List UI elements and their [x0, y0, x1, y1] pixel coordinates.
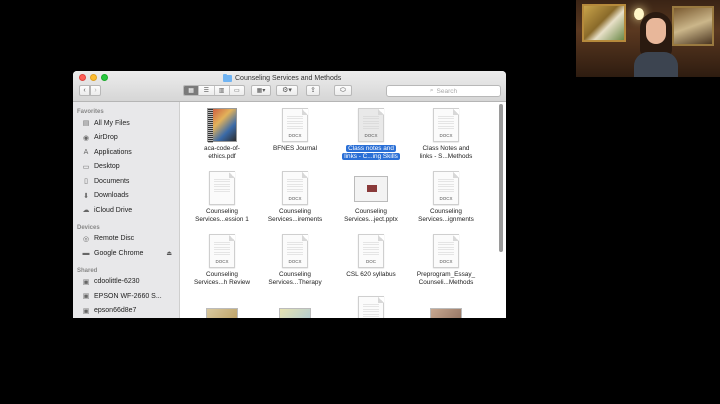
close-button[interactable]: [79, 74, 86, 81]
webcam-video: [576, 0, 720, 77]
document-icon: DOCX: [209, 234, 235, 268]
computer-icon: ▣: [82, 293, 90, 301]
sidebar-heading-shared: Shared: [77, 267, 98, 274]
toolbar: Counseling Services and Methods ‹ › ▦ ☰ …: [73, 71, 506, 102]
zoom-button[interactable]: [101, 74, 108, 81]
file-item[interactable]: Counseling Services...ject.pptx: [334, 169, 408, 224]
sidebar-item-google-chrome[interactable]: ▬ Google Chrome ⏏: [73, 246, 179, 261]
document-icon: [358, 296, 384, 318]
back-button[interactable]: ‹: [79, 85, 90, 96]
search-icon: ⌕: [429, 87, 434, 94]
document-icon: DOCX: [358, 108, 384, 142]
file-grid: aca-code-of-ethics.pdf DOCX BFNES Journa…: [181, 102, 498, 318]
file-item[interactable]: DOCX Counseling Services...Therapy: [258, 232, 332, 287]
forward-button[interactable]: ›: [90, 85, 101, 96]
tag-icon: ⬭: [340, 87, 346, 94]
sidebar-item-icloud-drive[interactable]: ☁ iCloud Drive: [73, 203, 179, 218]
sidebar-item-applications[interactable]: A Applications: [73, 145, 179, 160]
sidebar-item-all-my-files[interactable]: ▤ All My Files: [73, 116, 179, 131]
image-thumbnail: [206, 308, 238, 318]
file-item[interactable]: DOCX Counseling Services...irements: [258, 169, 332, 224]
document-icon: [209, 171, 235, 205]
sidebar-item-documents[interactable]: ▯ Documents: [73, 174, 179, 189]
file-item[interactable]: DOCX Counseling Services...ignments: [409, 169, 483, 224]
file-item[interactable]: DOCX Preprogram_Essay_ Counseli...Methods: [409, 232, 483, 287]
icloud-icon: ☁: [82, 207, 90, 215]
sidebar: Favorites ▤ All My Files ◉ AirDrop A App…: [73, 102, 180, 318]
share-button[interactable]: ⇪: [306, 85, 320, 96]
computer-icon: ▣: [82, 278, 90, 286]
file-item[interactable]: [185, 294, 259, 318]
documents-icon: ▯: [84, 178, 88, 186]
document-icon: DOCX: [282, 171, 308, 205]
document-icon: DOCX: [433, 171, 459, 205]
presentation-thumbnail: [354, 176, 388, 202]
file-item[interactable]: DOCX Class Notes and links - S...Methods: [409, 106, 483, 161]
file-item-selected[interactable]: DOCX Class notes and links - C...ing Skil…: [334, 106, 408, 161]
presenter: [634, 12, 678, 77]
sidebar-heading-devices: Devices: [77, 224, 100, 231]
file-item[interactable]: Counseling Services...ession 1: [185, 169, 259, 224]
sidebar-item-shared-1[interactable]: ▣ cdoolittle-6230: [73, 275, 179, 290]
column-view-button[interactable]: ▥: [215, 86, 230, 95]
cover-flow-button[interactable]: ▭: [230, 86, 244, 95]
chevron-right-icon: ›: [94, 87, 97, 94]
arrange-icon: ▦▾: [256, 87, 266, 94]
wall-painting: [672, 6, 714, 46]
computer-icon: ▣: [82, 307, 90, 315]
list-view-button[interactable]: ☰: [199, 86, 215, 95]
scrollbar[interactable]: [499, 104, 503, 316]
document-icon: DOCX: [282, 234, 308, 268]
file-item[interactable]: aca-code-of-ethics.pdf: [185, 106, 259, 161]
search-input[interactable]: ⌕ Search: [386, 85, 501, 97]
file-item[interactable]: DOCX Counseling Services...h Review: [185, 232, 259, 287]
desktop-icon: ▭: [82, 163, 90, 171]
gear-icon: ⚙▾: [282, 87, 292, 94]
file-item[interactable]: [334, 294, 408, 318]
airdrop-icon: ◉: [82, 134, 90, 142]
sidebar-item-desktop[interactable]: ▭ Desktop: [73, 160, 179, 175]
sidebar-item-shared-2[interactable]: ▣ EPSON WF-2660 S...: [73, 289, 179, 304]
document-icon: DOC: [358, 234, 384, 268]
sidebar-item-downloads[interactable]: ⬇ Downloads: [73, 189, 179, 204]
applications-icon: A: [83, 148, 89, 156]
sidebar-item-shared-3[interactable]: ▣ epson66d8e7: [73, 304, 179, 319]
downloads-icon: ⬇: [83, 192, 89, 200]
sidebar-item-airdrop[interactable]: ◉ AirDrop: [73, 131, 179, 146]
drive-icon: ▬: [82, 249, 90, 257]
file-item[interactable]: [409, 294, 483, 318]
eject-icon[interactable]: ⏏: [166, 250, 172, 257]
sidebar-heading-favorites: Favorites: [77, 109, 104, 115]
finder-window: Counseling Services and Methods ‹ › ▦ ☰ …: [73, 71, 506, 318]
chevron-left-icon: ‹: [83, 87, 86, 94]
view-mode-control: ▦ ☰ ▥ ▭: [183, 85, 245, 96]
image-thumbnail: [279, 308, 311, 318]
share-icon: ⇪: [310, 87, 316, 94]
document-icon: DOCX: [433, 234, 459, 268]
image-thumbnail: [430, 308, 462, 318]
window-title: Counseling Services and Methods: [223, 73, 341, 84]
sidebar-item-remote-disc[interactable]: ◎ Remote Disc: [73, 232, 179, 247]
scrollbar-thumb[interactable]: [499, 104, 503, 252]
action-button[interactable]: ⚙▾: [276, 85, 298, 96]
minimize-button[interactable]: [90, 74, 97, 81]
file-item[interactable]: DOCX BFNES Journal: [258, 106, 332, 153]
pdf-thumbnail: [207, 108, 237, 143]
folder-icon: [223, 73, 232, 82]
arrange-button[interactable]: ▦▾: [251, 85, 271, 96]
document-icon: DOCX: [433, 108, 459, 142]
file-item[interactable]: [258, 294, 332, 318]
file-item[interactable]: DOC CSL 620 syllabus: [334, 232, 408, 279]
disc-icon: ◎: [82, 235, 90, 243]
document-icon: DOCX: [282, 108, 308, 142]
wall-painting: [582, 4, 626, 42]
tag-button[interactable]: ⬭: [334, 85, 352, 96]
icon-view-button[interactable]: ▦: [184, 86, 200, 95]
all-files-icon: ▤: [82, 120, 90, 128]
